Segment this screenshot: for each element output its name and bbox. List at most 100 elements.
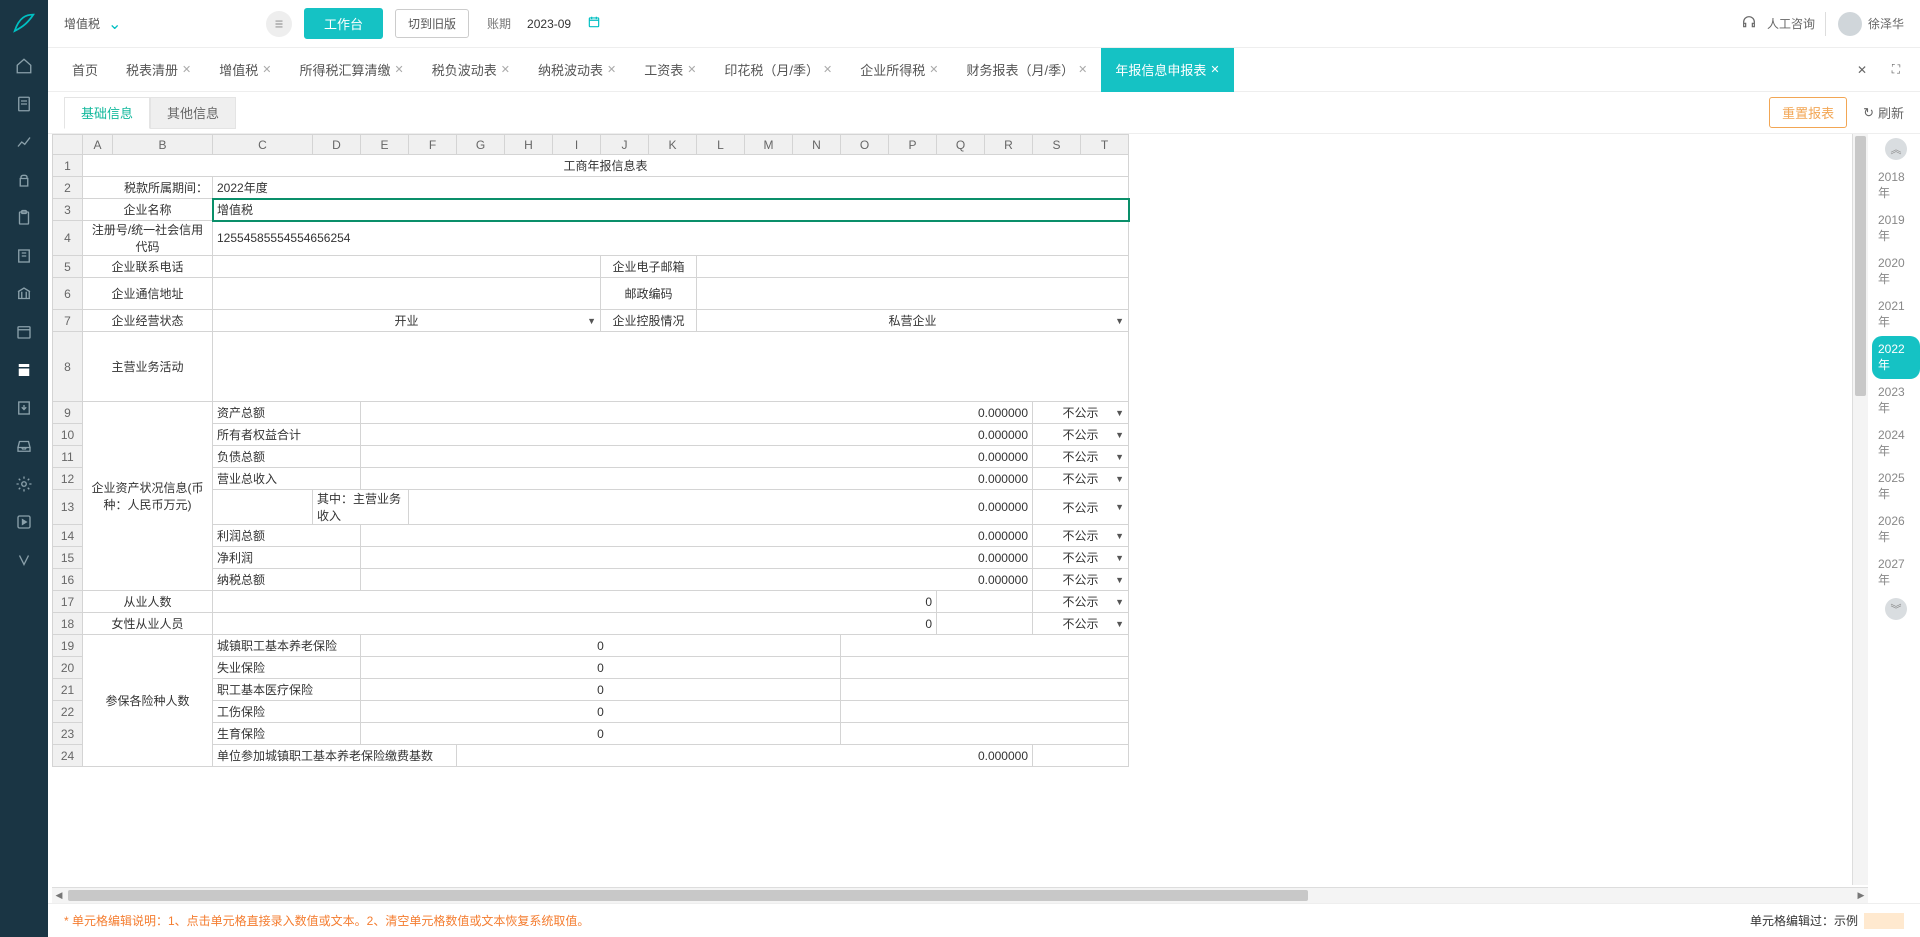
cell-r18-value[interactable]: 0 xyxy=(213,613,937,635)
asset-pub-11[interactable]: 不公示▼ xyxy=(1033,446,1129,468)
tab-2[interactable]: 增值税✕ xyxy=(205,48,285,92)
nav-export-icon[interactable] xyxy=(14,398,34,418)
year-item-2022年[interactable]: 2022年 xyxy=(1872,336,1920,379)
row-header-17[interactable]: 17 xyxy=(53,591,83,613)
period-value-cell[interactable]: 2022年度 xyxy=(213,177,1129,199)
close-icon[interactable]: ✕ xyxy=(501,63,510,76)
row-header-16[interactable]: 16 xyxy=(53,569,83,591)
asset-pub-12[interactable]: 不公示▼ xyxy=(1033,468,1129,490)
asset-value-11[interactable]: 0.000000 xyxy=(361,446,1033,468)
tab-6[interactable]: 工资表✕ xyxy=(630,48,710,92)
close-icon[interactable]: ✕ xyxy=(1078,63,1087,76)
asset-value-14[interactable]: 0.000000 xyxy=(361,525,1033,547)
cell-company-name[interactable]: 增值税 xyxy=(213,199,1129,221)
subtab-basic[interactable]: 基础信息 xyxy=(64,97,150,129)
col-header-A[interactable]: A xyxy=(83,135,113,155)
year-item-2025年[interactable]: 2025年 xyxy=(1872,465,1920,508)
calendar-icon[interactable] xyxy=(587,15,601,32)
row-header-21[interactable]: 21 xyxy=(53,679,83,701)
col-header-N[interactable]: N xyxy=(793,135,841,155)
nav-inbox-icon[interactable] xyxy=(14,436,34,456)
tab-7[interactable]: 印花税（月/季）✕ xyxy=(710,48,846,92)
cell-status[interactable]: 开业▼ xyxy=(213,310,601,332)
col-header-J[interactable]: J xyxy=(601,135,649,155)
asset-value-9[interactable]: 0.000000 xyxy=(361,402,1033,424)
col-header-K[interactable]: K xyxy=(649,135,697,155)
cell-r18-pub[interactable]: 不公示▼ xyxy=(1033,613,1129,635)
refresh-button[interactable]: ↻ 刷新 xyxy=(1863,103,1904,122)
workspace-button[interactable]: 工作台 xyxy=(304,8,383,39)
col-header-R[interactable]: R xyxy=(985,135,1033,155)
row-header-4[interactable]: 4 xyxy=(53,221,83,256)
ins-value-23[interactable]: 0 xyxy=(361,723,841,745)
nav-book-icon[interactable] xyxy=(14,246,34,266)
asset-pub-9[interactable]: 不公示▼ xyxy=(1033,402,1129,424)
row-header-18[interactable]: 18 xyxy=(53,613,83,635)
nav-report-icon[interactable] xyxy=(14,360,34,380)
col-header-C[interactable]: C xyxy=(213,135,313,155)
cell-phone[interactable] xyxy=(213,256,601,278)
year-item-2026年[interactable]: 2026年 xyxy=(1872,508,1920,551)
tab-1[interactable]: 税表清册✕ xyxy=(112,48,205,92)
nav-doc-icon[interactable] xyxy=(14,94,34,114)
tab-9[interactable]: 财务报表（月/季）✕ xyxy=(953,48,1102,92)
company-selector[interactable]: 增值税 ⌄ xyxy=(64,14,254,34)
col-header-F[interactable]: F xyxy=(409,135,457,155)
col-header-E[interactable]: E xyxy=(361,135,409,155)
col-header-O[interactable]: O xyxy=(841,135,889,155)
close-icon[interactable]: ✕ xyxy=(182,63,191,76)
nav-calendar-icon[interactable] xyxy=(14,322,34,342)
asset-pub-15[interactable]: 不公示▼ xyxy=(1033,547,1129,569)
nav-bank-icon[interactable] xyxy=(14,284,34,304)
ins-value-19[interactable]: 0 xyxy=(361,635,841,657)
spreadsheet[interactable]: ABCDEFGHIJKLMNOPQRST 1工商年报信息表2税款所属期间：202… xyxy=(52,134,1852,885)
tab-3[interactable]: 所得税汇算清缴✕ xyxy=(285,48,417,92)
row-header-20[interactable]: 20 xyxy=(53,657,83,679)
close-icon[interactable]: ✕ xyxy=(395,63,404,76)
asset-value-12[interactable]: 0.000000 xyxy=(361,468,1033,490)
asset-pub-10[interactable]: 不公示▼ xyxy=(1033,424,1129,446)
row-header-24[interactable]: 24 xyxy=(53,745,83,767)
year-item-2019年[interactable]: 2019年 xyxy=(1872,207,1920,250)
cell-address[interactable] xyxy=(213,278,601,310)
tab-5[interactable]: 纳税波动表✕ xyxy=(524,48,630,92)
asset-pub-14[interactable]: 不公示▼ xyxy=(1033,525,1129,547)
row-header-7[interactable]: 7 xyxy=(53,310,83,332)
row-header-1[interactable]: 1 xyxy=(53,155,83,177)
col-header-I[interactable]: I xyxy=(553,135,601,155)
nav-v-icon[interactable] xyxy=(14,550,34,570)
row-header-13[interactable]: 13 xyxy=(53,490,83,525)
row-header-3[interactable]: 3 xyxy=(53,199,83,221)
ins-value-24[interactable]: 0.000000 xyxy=(457,745,1033,767)
year-rail-down-icon[interactable]: ︾ xyxy=(1885,598,1907,620)
list-icon-button[interactable] xyxy=(266,11,292,37)
col-header-B[interactable]: B xyxy=(113,135,213,155)
col-header-Q[interactable]: Q xyxy=(937,135,985,155)
year-item-2021年[interactable]: 2021年 xyxy=(1872,293,1920,336)
nav-home-icon[interactable] xyxy=(14,56,34,76)
nav-chart-icon[interactable] xyxy=(14,132,34,152)
ins-value-20[interactable]: 0 xyxy=(361,657,841,679)
asset-pub-16[interactable]: 不公示▼ xyxy=(1033,569,1129,591)
ins-value-22[interactable]: 0 xyxy=(361,701,841,723)
horizontal-scrollbar[interactable]: ◀ ▶ xyxy=(52,887,1868,903)
vscroll-thumb[interactable] xyxy=(1855,136,1866,396)
switch-old-button[interactable]: 切到旧版 xyxy=(395,9,469,38)
row-header-6[interactable]: 6 xyxy=(53,278,83,310)
close-icon[interactable]: ✕ xyxy=(823,63,832,76)
nav-settings-icon[interactable] xyxy=(14,474,34,494)
asset-value-10[interactable]: 0.000000 xyxy=(361,424,1033,446)
nav-play-icon[interactable] xyxy=(14,512,34,532)
tab-8[interactable]: 企业所得税✕ xyxy=(846,48,952,92)
col-header-L[interactable]: L xyxy=(697,135,745,155)
cell-holding[interactable]: 私营企业▼ xyxy=(697,310,1129,332)
cell-email[interactable] xyxy=(697,256,1129,278)
close-icon[interactable]: ✕ xyxy=(687,63,696,76)
tab-10[interactable]: 年报信息申报表✕ xyxy=(1101,48,1233,92)
reset-report-button[interactable]: 重置报表 xyxy=(1769,97,1847,128)
col-header-P[interactable]: P xyxy=(889,135,937,155)
tab-0[interactable]: 首页 xyxy=(58,48,112,92)
year-item-2027年[interactable]: 2027年 xyxy=(1872,551,1920,594)
year-rail-up-icon[interactable]: ︽ xyxy=(1885,138,1907,160)
row-header-11[interactable]: 11 xyxy=(53,446,83,468)
